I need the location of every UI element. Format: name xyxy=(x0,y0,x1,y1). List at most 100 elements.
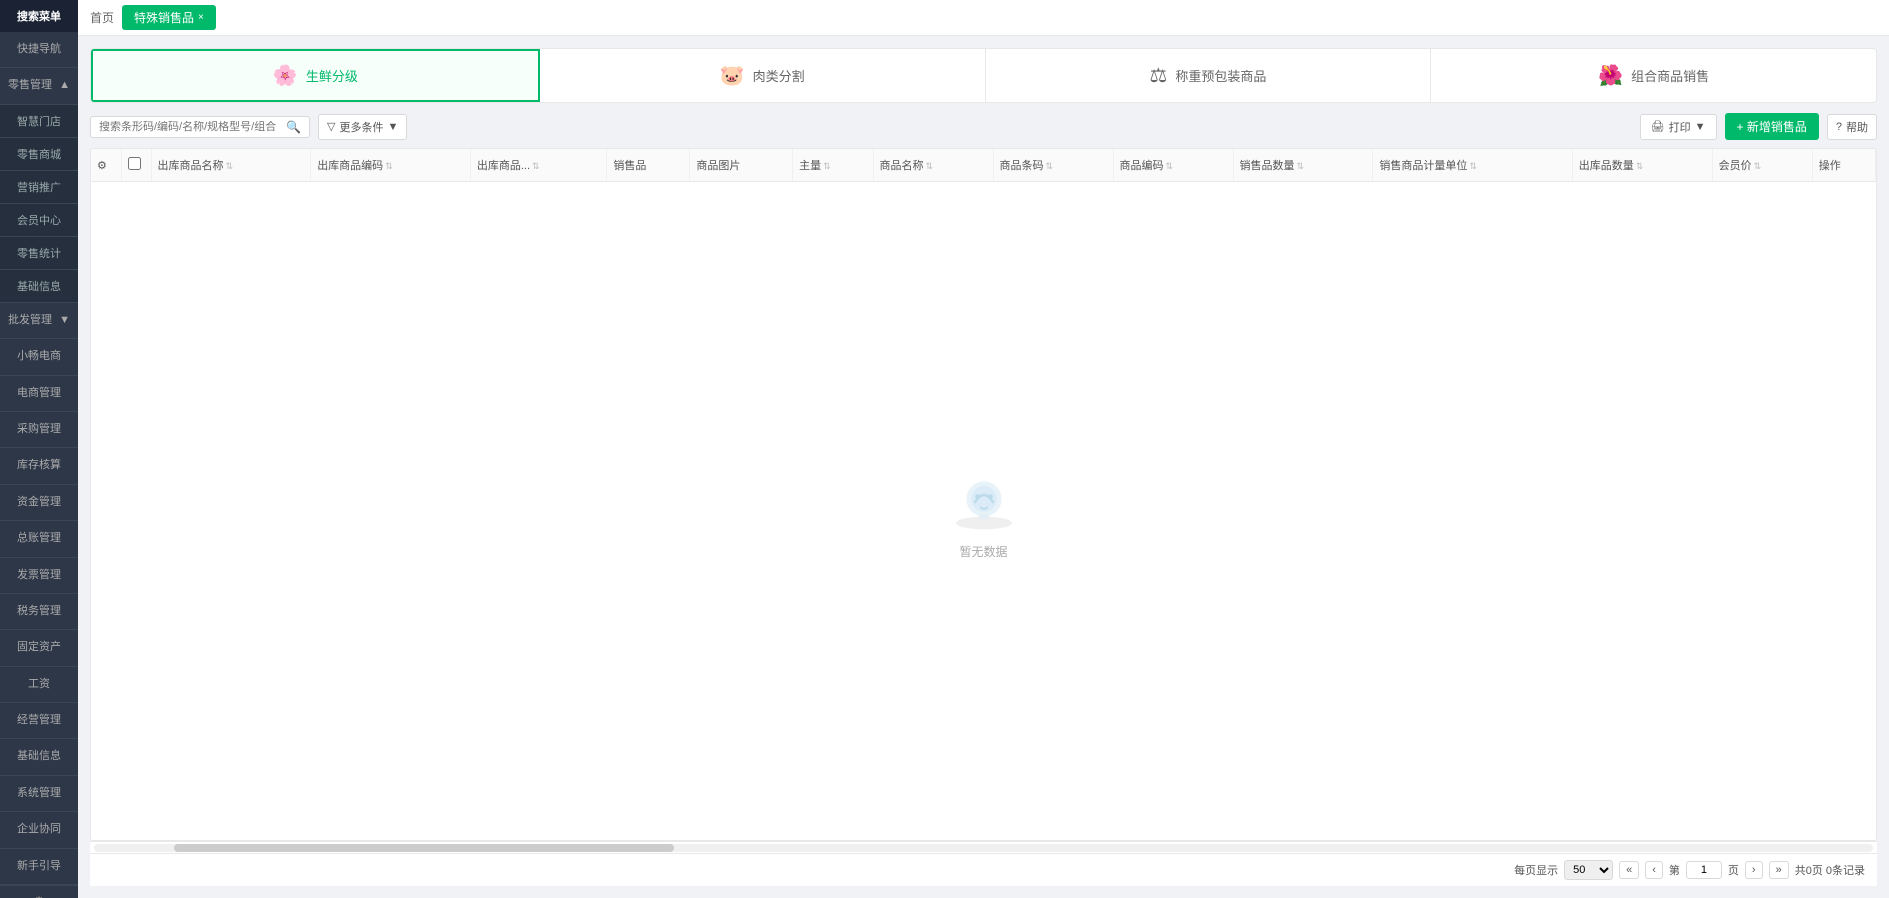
sort-icon-product-barcode: ⇅ xyxy=(1046,161,1054,171)
th-main-weight[interactable]: 主量⇅ xyxy=(793,149,873,182)
last-page-button[interactable]: » xyxy=(1769,861,1789,879)
first-page-button[interactable]: « xyxy=(1619,861,1639,879)
sidebar-logo[interactable]: 搜索菜单 xyxy=(0,0,78,32)
help-button[interactable]: ? 帮助 xyxy=(1827,114,1877,140)
sidebar-item-ecom-mgmt[interactable]: 电商管理 xyxy=(0,376,78,412)
data-table-wrapper: ⚙ 出库商品名称⇅ 出库商品编码⇅ 出库商品...⇅ 销售品 商品图片 主量⇅ … xyxy=(90,148,1877,841)
sidebar-item-sales-promo[interactable]: 营销推广 xyxy=(0,171,78,204)
cat-tab-fresh-grade-label: 生鲜分级 xyxy=(306,66,358,85)
topbar-active-tab[interactable]: 特殊销售品 × xyxy=(122,5,216,30)
meat-split-icon: 🐷 xyxy=(720,63,745,88)
search-input[interactable] xyxy=(99,121,286,133)
sort-icon-main-weight: ⇅ xyxy=(823,161,831,171)
filter-icon: ▽ xyxy=(327,120,335,133)
th-member-price[interactable]: 会员价⇅ xyxy=(1712,149,1812,182)
sidebar-item-invoice-mgmt[interactable]: 发票管理 xyxy=(0,558,78,594)
th-sales-unit[interactable]: 销售商品计量单位⇅ xyxy=(1373,149,1572,182)
help-icon: ? xyxy=(1836,121,1842,133)
sidebar-item-ops-mgmt[interactable]: 经营管理 xyxy=(0,703,78,739)
weight-prepack-icon: ⚖ xyxy=(1149,63,1167,88)
th-product-code[interactable]: 商品编码⇅ xyxy=(1113,149,1233,182)
sidebar-item-salary[interactable]: 工资 xyxy=(0,667,78,703)
topbar-home[interactable]: 首页 xyxy=(90,9,114,26)
empty-state: 暂无数据 xyxy=(91,182,1876,840)
print-arrow-icon: ▼ xyxy=(1695,121,1706,133)
cat-tab-meat-split-label: 肉类分割 xyxy=(753,66,805,85)
sidebar-item-retail-mgmt[interactable]: 零售管理 ▲ xyxy=(0,68,78,104)
sidebar-item-basic-info[interactable]: 基础信息 xyxy=(0,270,78,303)
sidebar-item-member-center[interactable]: 会员中心 xyxy=(0,204,78,237)
sidebar-item-corp-agreement[interactable]: 企业协同 xyxy=(0,812,78,848)
data-table: ⚙ 出库商品名称⇅ 出库商品编码⇅ 出库商品...⇅ 销售品 商品图片 主量⇅ … xyxy=(91,149,1876,182)
sidebar-item-fixed-assets[interactable]: 固定资产 xyxy=(0,630,78,666)
select-all-checkbox[interactable] xyxy=(128,157,141,170)
sidebar-item-wholesale-mgmt[interactable]: 批发管理 ▼ xyxy=(0,303,78,339)
combo-sales-icon: 🌺 xyxy=(1598,63,1623,88)
th-out-product-name[interactable]: 出库商品名称⇅ xyxy=(151,149,311,182)
cat-tab-weight-prepack-label: 称重预包装商品 xyxy=(1175,66,1266,85)
empty-text: 暂无数据 xyxy=(959,543,1007,560)
topbar-tab-close[interactable]: × xyxy=(198,12,204,23)
sort-icon-sales-qty: ⇅ xyxy=(1297,161,1305,171)
sidebar-item-sys-mgmt[interactable]: 系统管理 xyxy=(0,776,78,812)
print-button[interactable]: 🖨 打印 ▼ xyxy=(1640,114,1717,140)
sidebar-item-finance[interactable]: 资金管理 xyxy=(0,485,78,521)
th-out-product-code[interactable]: 出库商品编码⇅ xyxy=(311,149,471,182)
th-sales-product: 销售品 xyxy=(607,149,690,182)
sort-icon-product-name: ⇅ xyxy=(926,161,934,171)
sidebar-item-inventory[interactable]: 库存核算 xyxy=(0,448,78,484)
content-area: 🌸 生鲜分级 🐷 肉类分割 ⚖ 称重预包装商品 🌺 组合商品销售 🔍 xyxy=(78,36,1889,898)
sidebar-gear-icon[interactable]: ⚙ xyxy=(0,885,78,898)
filter-arrow-icon: ▼ xyxy=(387,121,398,133)
category-tabs: 🌸 生鲜分级 🐷 肉类分割 ⚖ 称重预包装商品 🌺 组合商品销售 xyxy=(90,48,1877,103)
th-out-qty[interactable]: 出库品数量⇅ xyxy=(1572,149,1712,182)
prev-page-button[interactable]: ‹ xyxy=(1645,861,1663,879)
sidebar-item-mini-ecom[interactable]: 小畅电商 xyxy=(0,339,78,375)
th-checkbox[interactable] xyxy=(121,149,151,182)
scroll-track[interactable] xyxy=(94,844,1873,852)
table-header-row: ⚙ 出库商品名称⇅ 出库商品编码⇅ 出库商品...⇅ 销售品 商品图片 主量⇅ … xyxy=(91,149,1876,182)
search-icon[interactable]: 🔍 xyxy=(286,120,301,134)
pagination: 每页显示 50 10 20 100 « ‹ 第 页 › » 共0页 0条记录 xyxy=(90,853,1877,886)
sidebar-item-smart-store[interactable]: 智慧门店 xyxy=(0,105,78,138)
filter-button[interactable]: ▽ 更多条件 ▼ xyxy=(318,114,407,140)
add-sales-product-button[interactable]: + 新增销售品 xyxy=(1725,113,1819,140)
sidebar-item-general-ledger[interactable]: 总账管理 xyxy=(0,521,78,557)
retail-mgmt-arrow: ▲ xyxy=(59,78,70,93)
th-action: 操作 xyxy=(1812,149,1875,182)
next-page-button[interactable]: › xyxy=(1745,861,1763,879)
filter-label: 更多条件 xyxy=(339,119,383,135)
sidebar-item-new-guide[interactable]: 新手引导 xyxy=(0,849,78,885)
per-page-select[interactable]: 50 10 20 100 xyxy=(1564,860,1613,880)
sort-icon-out-product-code: ⇅ xyxy=(385,161,393,171)
total-text: 共0页 0条记录 xyxy=(1795,862,1865,878)
fresh-grade-icon: 🌸 xyxy=(273,63,298,88)
th-settings[interactable]: ⚙ xyxy=(91,149,121,182)
cat-tab-weight-prepack[interactable]: ⚖ 称重预包装商品 xyxy=(986,49,1432,102)
print-label: 打印 xyxy=(1669,119,1691,135)
sidebar-item-quick-nav[interactable]: 快捷导航 xyxy=(0,32,78,68)
sidebar-item-tax-mgmt[interactable]: 税务管理 xyxy=(0,594,78,630)
toolbar: 🔍 ▽ 更多条件 ▼ 🖨 打印 ▼ + 新增销售品 ? 帮助 xyxy=(90,113,1877,140)
wholesale-mgmt-arrow: ▼ xyxy=(59,313,70,328)
sort-icon-out-product-x: ⇅ xyxy=(532,161,540,171)
th-product-barcode[interactable]: 商品条码⇅ xyxy=(993,149,1113,182)
sidebar-item-purchase-mgmt[interactable]: 采购管理 xyxy=(0,412,78,448)
sidebar-item-basic-info2[interactable]: 基础信息 xyxy=(0,739,78,775)
cat-tab-meat-split[interactable]: 🐷 肉类分割 xyxy=(540,49,986,102)
cat-tab-combo-sales-label: 组合商品销售 xyxy=(1631,66,1709,85)
sort-icon-sales-unit: ⇅ xyxy=(1469,161,1477,171)
topbar-tab-label: 特殊销售品 xyxy=(134,9,194,26)
page-input[interactable] xyxy=(1686,861,1722,879)
th-product-image: 商品图片 xyxy=(690,149,793,182)
th-product-name[interactable]: 商品名称⇅ xyxy=(873,149,993,182)
sidebar-item-retail-mall[interactable]: 零售商城 xyxy=(0,138,78,171)
bottom-scrollbar[interactable] xyxy=(90,841,1877,853)
per-page-label: 每页显示 xyxy=(1514,862,1558,878)
cat-tab-combo-sales[interactable]: 🌺 组合商品销售 xyxy=(1431,49,1876,102)
sidebar-item-retail-stats[interactable]: 零售统计 xyxy=(0,237,78,270)
th-sales-qty[interactable]: 销售品数量⇅ xyxy=(1233,149,1373,182)
cat-tab-fresh-grade[interactable]: 🌸 生鲜分级 xyxy=(91,49,540,102)
th-out-product-x[interactable]: 出库商品...⇅ xyxy=(470,149,607,182)
scroll-thumb[interactable] xyxy=(174,844,674,852)
